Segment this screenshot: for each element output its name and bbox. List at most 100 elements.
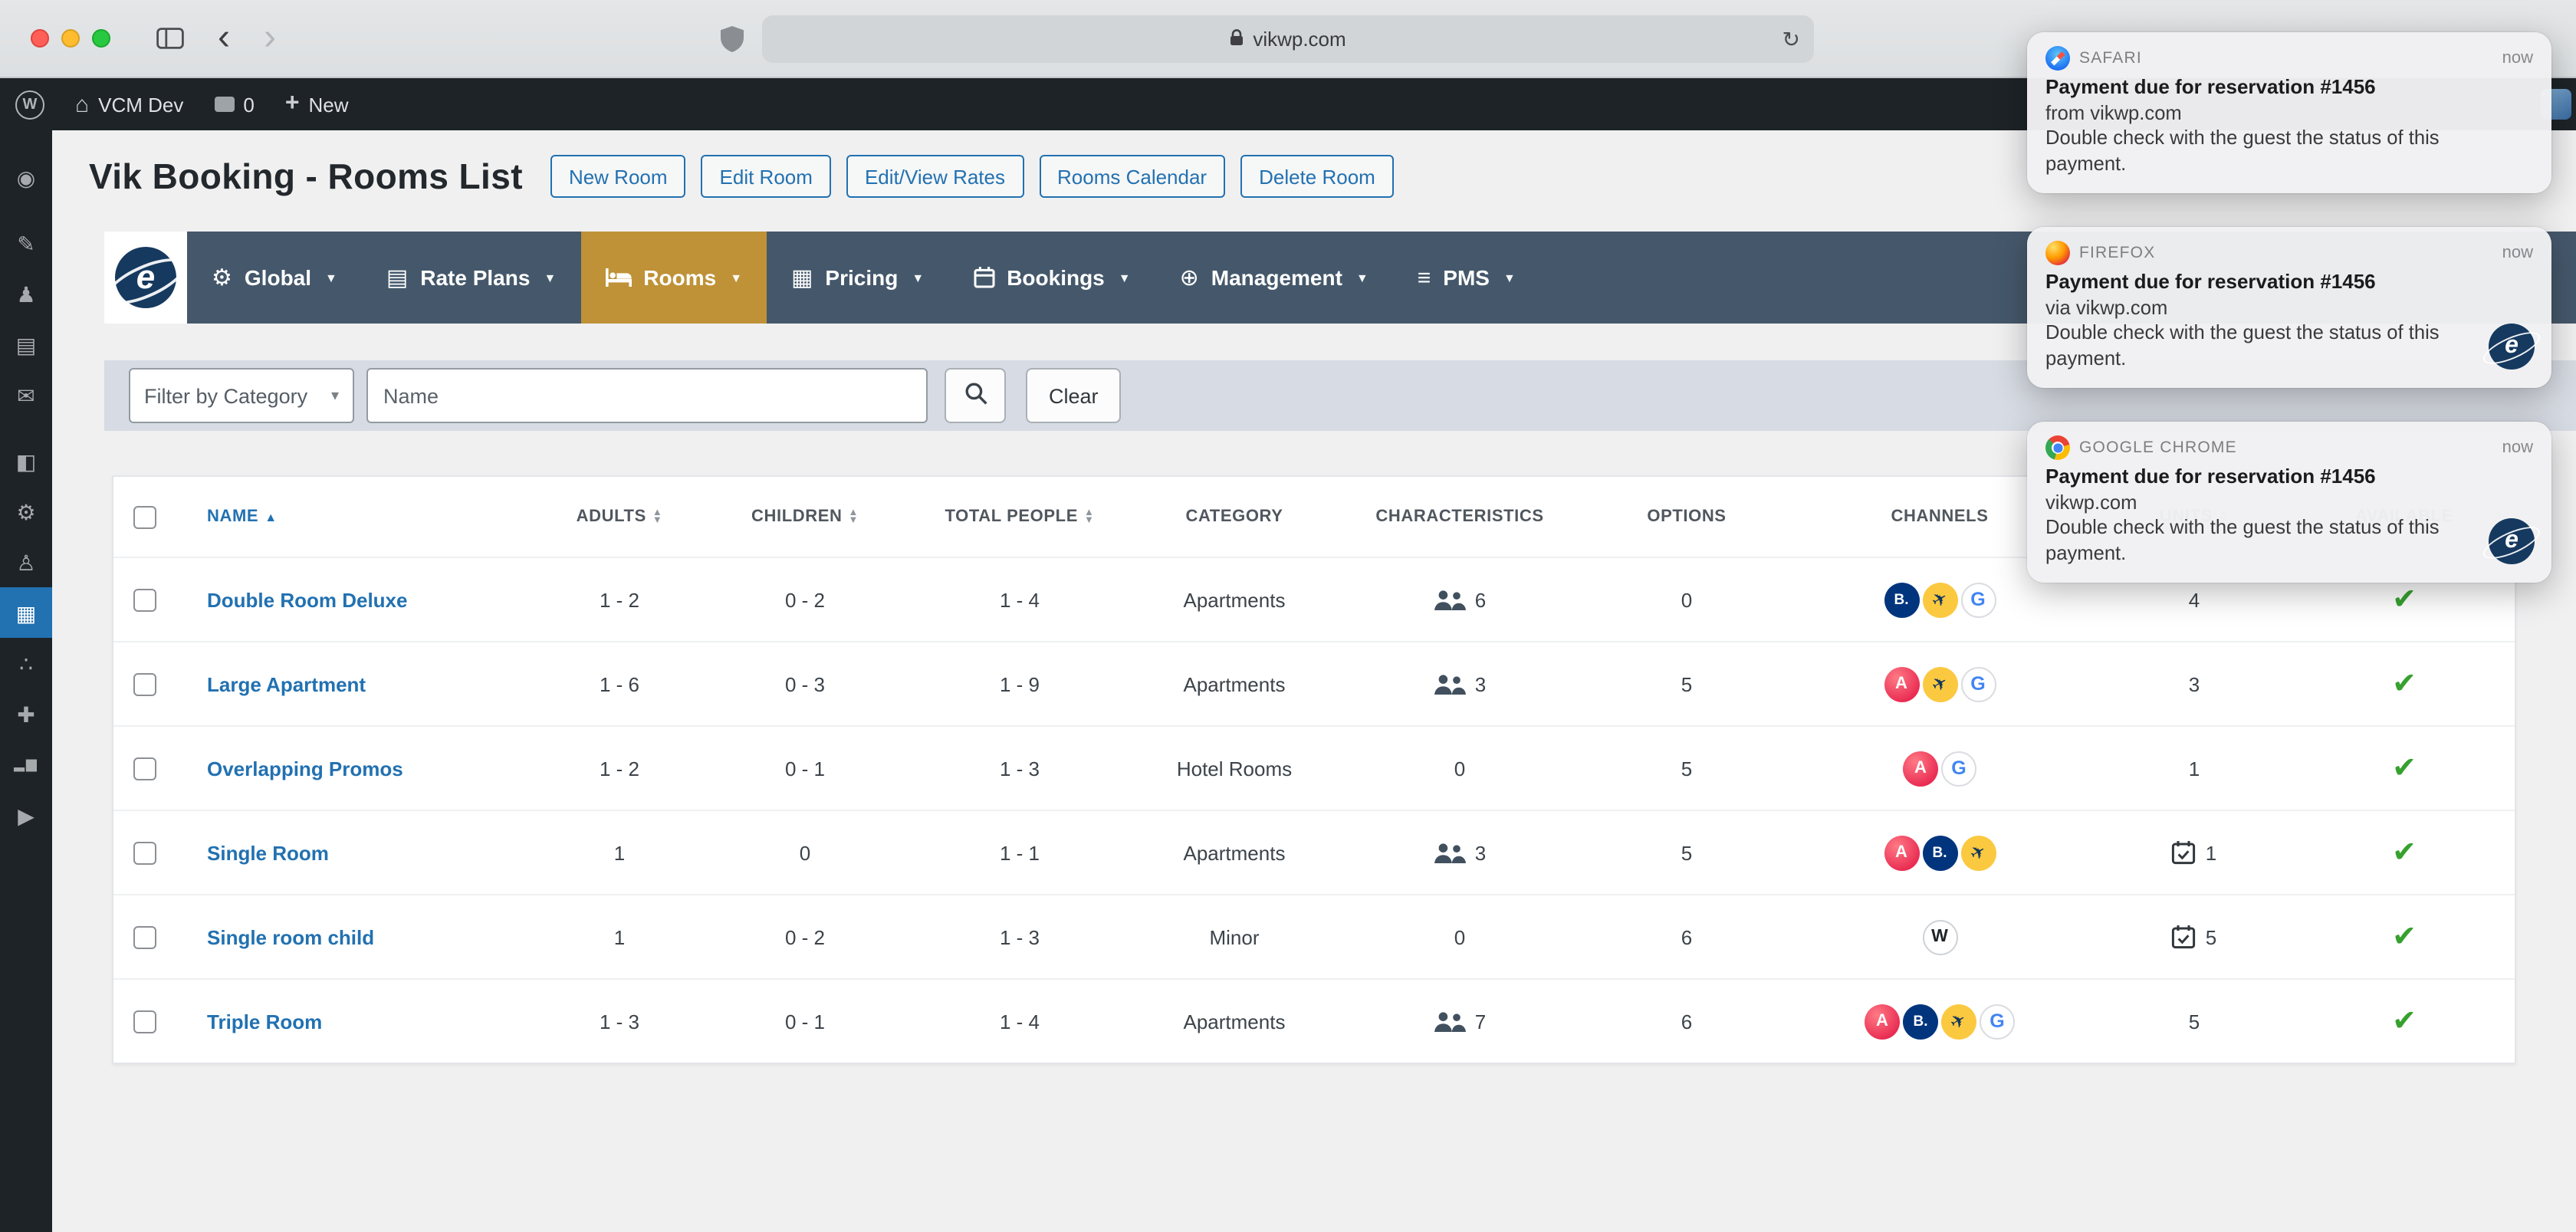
notification-google-chrome[interactable]: GOOGLE CHROME now Payment due for reservat… — [2027, 422, 2551, 583]
row-checkbox[interactable] — [133, 925, 156, 948]
plane-glyph: ✈ — [1947, 1007, 1971, 1035]
column-header-label: NAME — [207, 508, 259, 526]
site-menu[interactable]: ⌂ VCM Dev — [60, 78, 199, 130]
column-header-adults[interactable]: ADULTS ▲ ▼ — [527, 508, 711, 526]
row-checkbox[interactable] — [133, 841, 156, 864]
column-header-name[interactable]: NAME ▲ — [175, 508, 527, 526]
sidebar-item-plugins[interactable]: ⚙ — [0, 486, 52, 537]
nav-label: Rooms — [643, 265, 717, 290]
window-controls — [0, 29, 132, 48]
pages-icon: ▤ — [15, 332, 37, 356]
notification-app-name: SAFARI — [2079, 49, 2142, 67]
lock-icon — [1230, 28, 1244, 51]
sort-icon: ▲▼ — [848, 508, 859, 526]
zoom-button[interactable] — [92, 29, 110, 48]
category-filter-select[interactable]: Filter by Category ▾ — [129, 368, 354, 423]
clear-button[interactable]: Clear — [1026, 368, 1122, 423]
nav-item-management[interactable]: ⊕ Management ▼ — [1155, 232, 1393, 324]
booking-channel-icon: B. — [1884, 582, 1919, 617]
back-icon[interactable]: ‹ — [218, 19, 230, 57]
adults-cell: 1 — [613, 841, 626, 864]
privacy-shield-icon[interactable] — [721, 26, 744, 60]
sidebar-item-tools[interactable]: ✚ — [0, 688, 52, 739]
nav-item-global[interactable]: ⚙ Global ▼ — [187, 232, 362, 324]
sidebar-item-media[interactable]: ▶ — [0, 790, 52, 840]
comment-count: 0 — [243, 93, 255, 116]
calendar-check-icon — [2172, 925, 2196, 949]
sidebar-item-dashboard[interactable]: ◉ — [0, 152, 52, 202]
screen: ‹ › vikwp.com ↻ W ⌂ VCM Dev 0 + New ◉ ✎ … — [0, 0, 2576, 1232]
sidebar-item-posts[interactable]: ✎ — [0, 218, 52, 268]
row-checkbox[interactable] — [133, 672, 156, 695]
action-button-new-room[interactable]: New Room — [550, 155, 686, 198]
minimize-button[interactable] — [61, 29, 80, 48]
safari-icon — [2045, 46, 2070, 71]
adults-cell: 1 - 3 — [599, 1010, 639, 1033]
vikbooking-logo-tile[interactable]: e — [104, 232, 187, 324]
column-header-total-people[interactable]: TOTAL PEOPLE ▲ ▼ — [899, 508, 1141, 526]
address-bar[interactable]: vikwp.com ↻ — [762, 15, 1814, 63]
room-name-link[interactable]: Double Room Deluxe — [207, 588, 408, 611]
column-header-label: OPTIONS — [1647, 508, 1727, 526]
notification-app-name: GOOGLE CHROME — [2079, 439, 2237, 457]
room-name-link[interactable]: Overlapping Promos — [207, 757, 403, 780]
room-name-link[interactable]: Single Room — [207, 841, 329, 864]
table-row: Single room child 1 0 - 2 1 - 3 Minor 0 6 W 5 ✔ — [113, 894, 2515, 978]
category-cell: Apartments — [1183, 841, 1286, 864]
action-button-edit-room[interactable]: Edit Room — [701, 155, 831, 198]
forward-icon[interactable]: › — [264, 19, 276, 57]
sidebar-item-profile[interactable]: ♙ — [0, 537, 52, 587]
sidebar-toggle-icon[interactable] — [156, 28, 184, 49]
name-filter-input[interactable] — [366, 368, 928, 423]
vikbooking-logo-badge: e — [2489, 518, 2535, 564]
row-checkbox[interactable] — [133, 588, 156, 611]
list-icon: ≡ — [1417, 264, 1431, 291]
total-people-cell: 1 - 1 — [999, 841, 1040, 864]
row-checkbox[interactable] — [133, 1010, 156, 1033]
site-name: VCM Dev — [98, 93, 184, 116]
sidebar-item-comments[interactable]: ✉ — [0, 370, 52, 420]
notification-firefox[interactable]: FIREFOX now Payment due for reservation #1… — [2027, 227, 2551, 388]
close-button[interactable] — [31, 29, 49, 48]
nav-item-pricing[interactable]: ▦ Pricing ▼ — [767, 232, 948, 324]
sidebar-item-pages[interactable]: ▤ — [0, 319, 52, 370]
room-name-link[interactable]: Single room child — [207, 925, 374, 948]
sidebar-item-appearance[interactable]: ◧ — [0, 435, 52, 486]
characteristics-count: 0 — [1454, 757, 1466, 780]
sidebar-item-people[interactable]: ♟ — [0, 268, 52, 319]
search-button[interactable] — [945, 368, 1006, 423]
notification-safari[interactable]: SAFARI now Payment due for reservation #14… — [2027, 32, 2551, 193]
nav-label: Management — [1211, 265, 1342, 290]
action-button-rooms-calendar[interactable]: Rooms Calendar — [1039, 155, 1226, 198]
channels-cell: A B. ✈ — [1782, 835, 2098, 870]
table-body: Double Room Deluxe 1 - 2 0 - 2 1 - 4 Apartme… — [113, 557, 2515, 1063]
airbnb-channel-icon: A — [1884, 666, 1919, 701]
notification-time: now — [2502, 439, 2533, 457]
dashboard-icon: ◉ — [16, 165, 36, 189]
adults-cell: 1 - 2 — [599, 588, 639, 611]
refresh-icon[interactable]: ↻ — [1783, 26, 1800, 52]
sidebar-item-share[interactable]: ∴ — [0, 638, 52, 688]
room-name-link[interactable]: Triple Room — [207, 1010, 322, 1033]
action-button-edit-view-rates[interactable]: Edit/View Rates — [846, 155, 1024, 198]
nav-item-bookings[interactable]: Bookings ▼ — [948, 232, 1155, 324]
nav-item-rate-plans[interactable]: ▤ Rate Plans ▼ — [362, 232, 580, 324]
select-all-checkbox[interactable] — [133, 505, 156, 528]
column-header-children[interactable]: CHILDREN ▲ ▼ — [711, 508, 899, 526]
action-button-delete-room[interactable]: Delete Room — [1240, 155, 1394, 198]
nav-item-rooms[interactable]: Rooms ▼ — [580, 232, 767, 324]
posts-icon: ✎ — [17, 231, 35, 255]
room-name-link[interactable]: Large Apartment — [207, 672, 366, 695]
new-menu[interactable]: + New — [270, 78, 364, 130]
sidebar-item-analytics[interactable]: ▂▆ — [0, 739, 52, 790]
row-checkbox[interactable] — [133, 757, 156, 780]
comments-menu[interactable]: 0 — [199, 78, 269, 130]
total-people-cell: 1 - 3 — [999, 925, 1040, 948]
wp-logo-menu[interactable]: W — [0, 78, 60, 130]
children-cell: 0 — [799, 841, 811, 864]
nav-item-pms[interactable]: ≡ PMS ▼ — [1393, 232, 1540, 324]
comment-icon — [214, 97, 235, 112]
sidebar-item-vikbooking[interactable]: ▦ — [0, 587, 52, 638]
units-cell: 5 — [2098, 925, 2291, 949]
notification-header: FIREFOX now — [2045, 241, 2533, 265]
